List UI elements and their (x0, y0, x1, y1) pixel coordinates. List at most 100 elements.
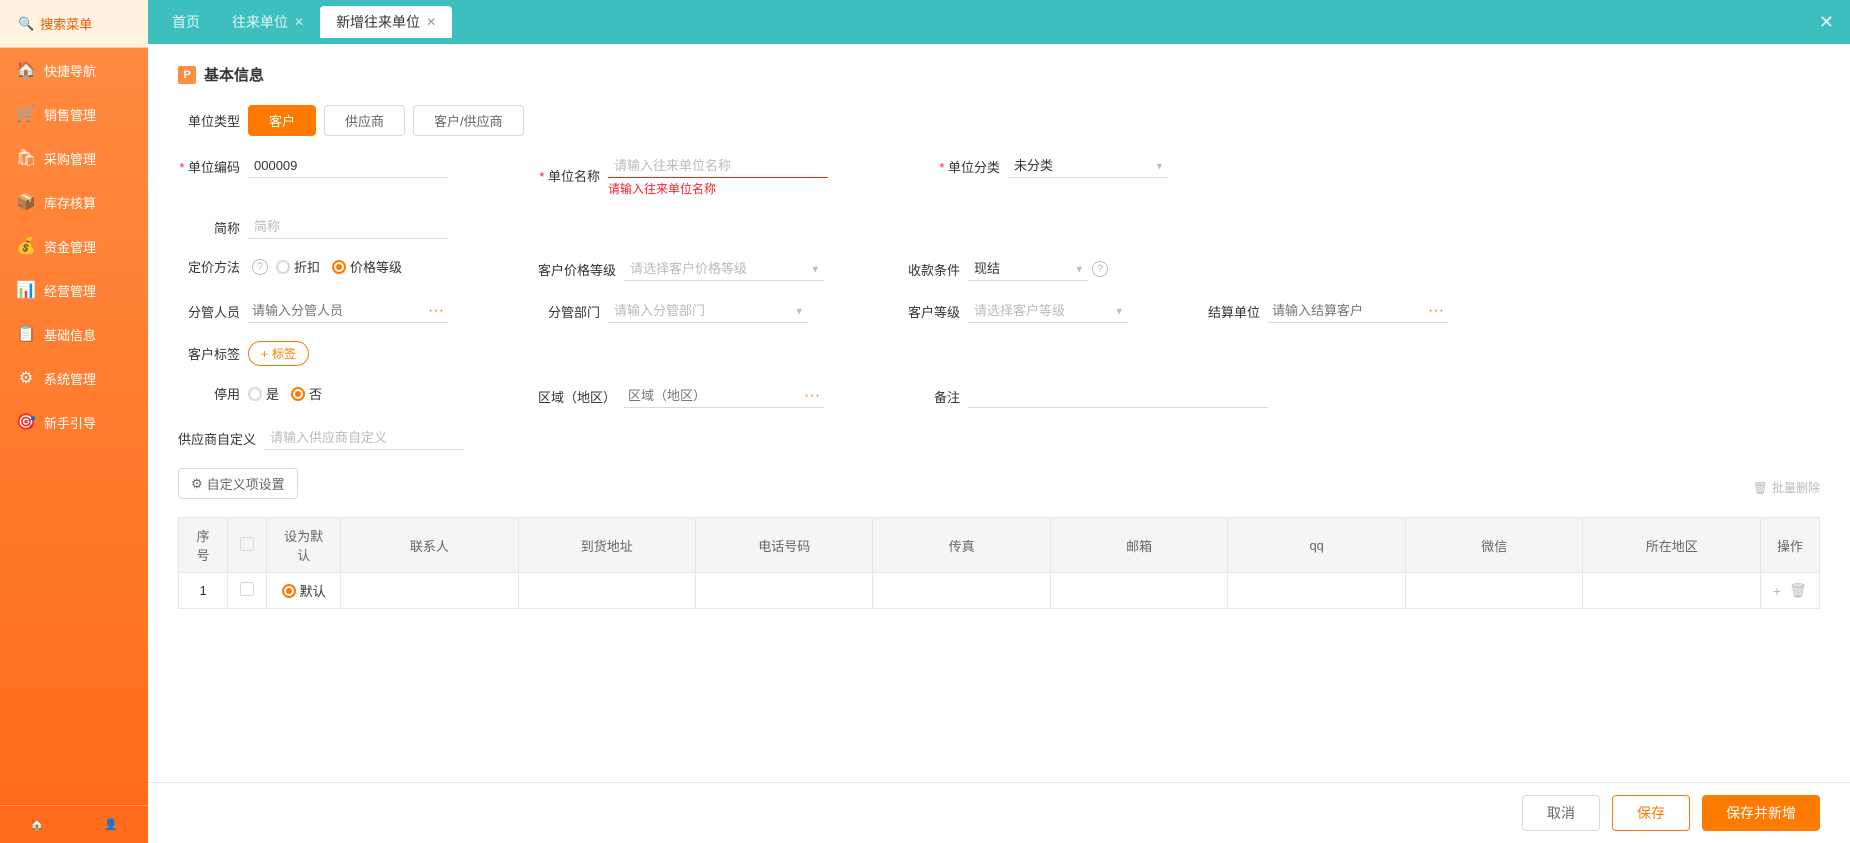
user-icon: 👤 (104, 818, 118, 831)
sidebar-item-sales[interactable]: 🛒 销售管理 (0, 92, 148, 136)
short-name-group: 简称 (178, 215, 498, 239)
tab-partners-close[interactable]: ✕ (294, 15, 304, 29)
sidebar-item-inventory[interactable]: 📦 库存核算 (0, 180, 148, 224)
default-label: 默认 (300, 581, 326, 600)
tab-new-partner-close[interactable]: ✕ (426, 15, 436, 29)
sidebar-item-guide[interactable]: 🎯 新手引导 (0, 400, 148, 444)
manager-label: 分管人员 (178, 302, 248, 321)
default-radio[interactable]: 默认 (279, 581, 328, 600)
home-bottom-icon: 🏠 (30, 818, 44, 831)
table-body: 1 默认 (179, 573, 1820, 609)
disabled-radio-group: 是 否 (248, 384, 322, 403)
qq-input[interactable] (1240, 583, 1393, 598)
wechat-input[interactable] (1418, 583, 1570, 598)
address-input[interactable] (531, 583, 683, 598)
unit-type-both[interactable]: 客户/供应商 (413, 105, 524, 136)
row-checkbox[interactable] (240, 582, 254, 596)
unit-category-select[interactable]: 未分类 (1008, 154, 1168, 178)
unit-code-input[interactable] (248, 154, 448, 178)
sidebar-item-purchase[interactable]: 🛍 采购管理 (0, 136, 148, 180)
pricing-discount-radio[interactable]: 折扣 (276, 257, 320, 276)
disabled-no-radio[interactable]: 否 (291, 384, 322, 403)
phone-input[interactable] (708, 583, 860, 598)
cell-wechat[interactable] (1406, 573, 1583, 609)
unit-name-input[interactable] (608, 154, 828, 178)
custom-settings-button[interactable]: ⚙ 自定义项设置 (178, 468, 298, 499)
cell-phone[interactable] (696, 573, 873, 609)
manager-input[interactable] (248, 299, 424, 322)
add-tag-button[interactable]: + 标签 (248, 341, 309, 366)
delete-row-btn[interactable]: 🗑 (1789, 582, 1807, 599)
save-button[interactable]: 保存 (1612, 795, 1690, 831)
save-new-button[interactable]: 保存并新增 (1702, 795, 1820, 831)
short-name-row: 简称 (178, 215, 1820, 239)
col-address: 到货地址 (518, 518, 695, 573)
purchase-icon: 🛍 (16, 148, 36, 168)
settlement-input-wrapper: ··· (1268, 299, 1448, 323)
cancel-button[interactable]: 取消 (1522, 795, 1600, 831)
tab-close-all[interactable]: ✕ (1811, 8, 1842, 37)
disabled-yes-radio[interactable]: 是 (248, 384, 279, 403)
section-title-text: 基本信息 (204, 64, 264, 85)
main-area: 首页 往来单位 ✕ 新增往来单位 ✕ ✕ P 基本信息 单位类型 客户 供应商 (148, 0, 1850, 843)
sidebar-item-system[interactable]: ⚙ 系统管理 (0, 356, 148, 400)
sidebar-bottom-user[interactable]: 👤 (74, 814, 148, 835)
basic-info-icon: 📋 (16, 324, 36, 344)
pricing-help-icon[interactable]: ? (252, 259, 268, 275)
sidebar-item-finance[interactable]: 💰 资金管理 (0, 224, 148, 268)
col-region: 所在地区 (1583, 518, 1760, 573)
manager-more-btn[interactable]: ··· (424, 302, 448, 320)
region-input-wrapper: ··· (624, 384, 824, 408)
customer-price-select[interactable]: 请选择客户价格等级 (624, 257, 824, 281)
settlement-unit-input[interactable] (1268, 299, 1424, 322)
settlement-more-btn[interactable]: ··· (1424, 302, 1448, 320)
tab-new-partner[interactable]: 新增往来单位 ✕ (320, 6, 452, 38)
plus-icon: + (261, 347, 268, 361)
col-wechat: 微信 (1406, 518, 1583, 573)
add-row-btn[interactable]: + (1773, 583, 1781, 599)
supplier-custom-input[interactable] (264, 426, 464, 450)
cell-fax[interactable] (873, 573, 1050, 609)
unit-type-supplier[interactable]: 供应商 (324, 105, 405, 136)
default-radio-circle (282, 584, 296, 598)
tab-partners[interactable]: 往来单位 ✕ (216, 6, 320, 38)
sidebar-search[interactable]: 🔍 搜索菜单 (0, 8, 148, 39)
cell-address[interactable] (518, 573, 695, 609)
payment-terms-select-wrapper: 现结 (968, 257, 1088, 281)
disabled-no-circle (291, 387, 305, 401)
batch-delete-label[interactable]: 批量删除 (1772, 479, 1820, 496)
select-all-checkbox[interactable] (240, 537, 254, 551)
gear-icon: ⚙ (191, 476, 203, 492)
fax-input[interactable] (885, 583, 1037, 598)
payment-terms-select[interactable]: 现结 (968, 257, 1088, 281)
supplier-custom-row: 供应商自定义 (178, 426, 1820, 450)
sidebar-item-quick-nav[interactable]: 🏠 快捷导航 (0, 48, 148, 92)
cell-contact[interactable] (341, 573, 518, 609)
contact-input[interactable] (353, 583, 505, 598)
email-input[interactable] (1063, 583, 1215, 598)
region-label: 区域（地区） (538, 387, 624, 406)
cell-email[interactable] (1050, 573, 1227, 609)
short-name-input[interactable] (248, 215, 448, 239)
cell-qq[interactable] (1228, 573, 1406, 609)
region-more-btn[interactable]: ··· (800, 387, 824, 405)
col-seq: 序号 (179, 518, 228, 573)
sidebar-item-basic-info[interactable]: 📋 基础信息 (0, 312, 148, 356)
unit-type-row: 单位类型 客户 供应商 客户/供应商 (178, 105, 1820, 136)
sidebar-item-operations[interactable]: 📊 经营管理 (0, 268, 148, 312)
pricing-grade-circle (332, 260, 346, 274)
region-table-input[interactable] (1595, 583, 1747, 598)
supplier-custom-label: 供应商自定义 (178, 429, 264, 448)
disabled-group: 停用 是 否 (178, 384, 518, 403)
notes-input[interactable] (968, 384, 1268, 408)
customer-level-select[interactable]: 请选择客户等级 (968, 299, 1128, 323)
unit-type-customer[interactable]: 客户 (248, 105, 316, 136)
region-input[interactable] (624, 384, 800, 407)
sidebar-bottom-home[interactable]: 🏠 (0, 814, 74, 835)
department-select[interactable]: 请输入分管部门 (608, 299, 808, 323)
pricing-grade-radio[interactable]: 价格等级 (332, 257, 402, 276)
tag-btn-label: 标签 (272, 345, 296, 362)
cell-region[interactable] (1583, 573, 1760, 609)
tab-home[interactable]: 首页 (156, 6, 216, 38)
payment-terms-help-icon[interactable]: ? (1092, 261, 1108, 277)
